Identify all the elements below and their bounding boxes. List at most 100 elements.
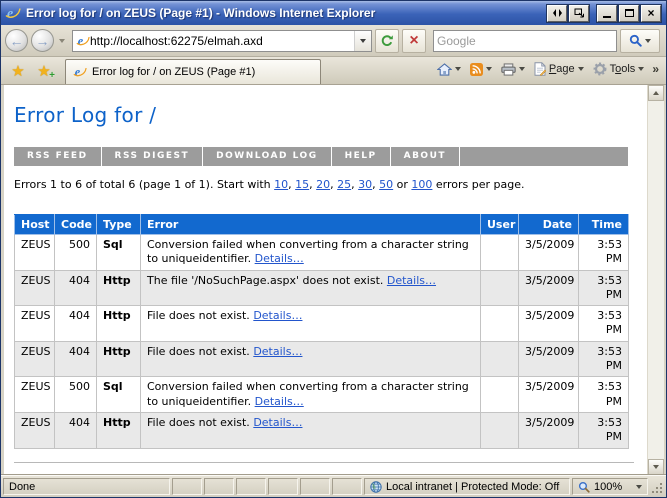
cell-code: 404 (54, 269, 97, 307)
cell-error: Conversion failed when converting from a… (140, 376, 481, 413)
status-panel (172, 478, 202, 495)
table-row: ZEUS 404 Http File does not exist. Details…… (14, 340, 629, 378)
feeds-button[interactable] (466, 60, 496, 79)
cell-host: ZEUS (14, 305, 55, 342)
forward-button[interactable]: → (31, 29, 54, 52)
nav-item-help[interactable]: HELP (332, 147, 391, 166)
cell-code: 404 (54, 305, 97, 342)
cell-user (480, 340, 519, 378)
page-icon (534, 62, 546, 76)
details-link[interactable]: Details… (255, 252, 304, 265)
minimize-icon (603, 15, 611, 18)
page-size-links: 10, 15, 20, 25, 30, 50 or 100 (274, 178, 433, 191)
resize-grip[interactable] (650, 478, 664, 495)
address-toolbar: ← → e × (1, 25, 666, 57)
tab-title: Error log for / on ZEUS (Page #1) (92, 66, 256, 78)
search-input[interactable] (437, 33, 616, 48)
window-title: Error log for / on ZEUS (Page #1) - Wind… (26, 6, 376, 20)
details-link[interactable]: Details… (253, 345, 302, 358)
page-menu-button[interactable]: Page (530, 59, 588, 79)
forward-arrow-icon: → (35, 32, 50, 49)
chevron-down-icon (638, 67, 645, 71)
status-bar: Done Local intranet | Protected Mode: Of… (1, 475, 666, 497)
cell-type: Http (96, 411, 141, 449)
minimize-button[interactable] (597, 4, 617, 22)
cell-date: 3/5/2009 (518, 340, 579, 378)
page-size-link[interactable]: 20 (316, 178, 330, 191)
details-link[interactable]: Details… (253, 309, 302, 322)
toolbar-overflow-button[interactable]: » (649, 62, 662, 76)
page-size-link[interactable]: 15 (295, 178, 309, 191)
nav-item-rss-digest[interactable]: RSS DIGEST (102, 147, 204, 166)
chevron-down-icon (577, 67, 584, 71)
page-size-link[interactable]: 10 (274, 178, 288, 191)
page-size-link[interactable]: 50 (379, 178, 393, 191)
triangle-up-icon (653, 91, 659, 95)
cell-type: Sql (96, 234, 141, 271)
error-table-header-row: Host Code Type Error User Date Time (14, 214, 629, 235)
history-dropdown-caret-icon[interactable] (59, 38, 65, 43)
zone-text: Local intranet | Protected Mode: Off (386, 480, 560, 493)
nav-item-rss-feed[interactable]: RSS FEED (14, 147, 102, 166)
add-favorite-button[interactable]: ★ + (31, 59, 57, 83)
status-panel (332, 478, 362, 495)
tools-menu-button[interactable]: Tools (589, 59, 649, 79)
status-panel (236, 478, 266, 495)
security-zone-panel[interactable]: Local intranet | Protected Mode: Off (364, 478, 570, 495)
scroll-down-button[interactable] (648, 459, 664, 475)
details-link[interactable]: Details… (387, 274, 436, 287)
print-button[interactable] (497, 60, 529, 79)
cell-type: Http (96, 269, 141, 307)
pager-text-before: Errors 1 to 6 of total 6 (page 1 of 1). … (14, 178, 275, 191)
zoom-level: 100% (594, 480, 623, 493)
cell-host: ZEUS (14, 376, 55, 413)
col-header-type: Type (96, 214, 141, 235)
detach-button[interactable] (547, 4, 567, 22)
plus-icon: + (49, 70, 55, 81)
address-dropdown-button[interactable] (354, 30, 371, 51)
cell-error: Conversion failed when converting from a… (140, 234, 481, 271)
cell-date: 3/5/2009 (518, 305, 579, 342)
search-dropdown-caret-icon[interactable] (645, 38, 651, 43)
close-icon: × (647, 6, 655, 20)
nav-item-download-log[interactable]: DOWNLOAD LOG (203, 147, 332, 166)
error-table-body: ZEUS 500 Sql Conversion failed when convert… (14, 234, 629, 449)
details-link[interactable]: Details… (253, 416, 302, 429)
popout-window-icon (574, 8, 584, 18)
address-input[interactable] (90, 33, 354, 48)
page-size-link[interactable]: 100 (411, 178, 432, 191)
search-button[interactable] (620, 28, 660, 53)
table-row: ZEUS 404 Http File does not exist. Details…… (14, 411, 629, 449)
cell-user (480, 376, 519, 413)
refresh-button[interactable] (375, 28, 399, 53)
maximize-button[interactable] (619, 4, 639, 22)
zoom-control[interactable]: 100% (572, 478, 648, 495)
back-button[interactable]: ← (5, 29, 28, 52)
table-row: ZEUS 404 Http File does not exist. Details…… (14, 305, 629, 342)
page-size-link[interactable]: 25 (337, 178, 351, 191)
cell-error: The file '/NoSuchPage.aspx' does not exi… (140, 269, 481, 307)
cell-date: 3/5/2009 (518, 376, 579, 413)
cell-time: 3:53 PM (578, 269, 629, 307)
elmah-page: Error Log for / RSS FEED RSS DIGEST DOWNLO… (4, 85, 647, 475)
nav-item-about[interactable]: ABOUT (391, 147, 461, 166)
globe-icon (370, 480, 382, 493)
vertical-scrollbar[interactable] (647, 85, 664, 475)
popout-button[interactable] (569, 4, 589, 22)
tab-error-log[interactable]: e Error log for / on ZEUS (Page #1) (65, 59, 321, 84)
search-box[interactable] (433, 29, 617, 52)
cell-time: 3:53 PM (578, 234, 629, 271)
address-bar[interactable]: e (72, 29, 372, 52)
scroll-up-button[interactable] (648, 85, 664, 101)
svg-text:e: e (7, 7, 13, 22)
close-button[interactable]: × (641, 4, 661, 22)
favorites-button[interactable]: ★ (5, 59, 31, 83)
details-link[interactable]: Details… (255, 395, 304, 408)
tab-favicon-icon: e (73, 65, 87, 79)
page-size-link[interactable]: 30 (358, 178, 372, 191)
cell-user (480, 305, 519, 342)
stop-button[interactable]: × (402, 28, 426, 53)
cell-date: 3/5/2009 (518, 234, 579, 271)
home-button[interactable] (433, 60, 465, 79)
left-right-arrows-icon (552, 9, 562, 17)
